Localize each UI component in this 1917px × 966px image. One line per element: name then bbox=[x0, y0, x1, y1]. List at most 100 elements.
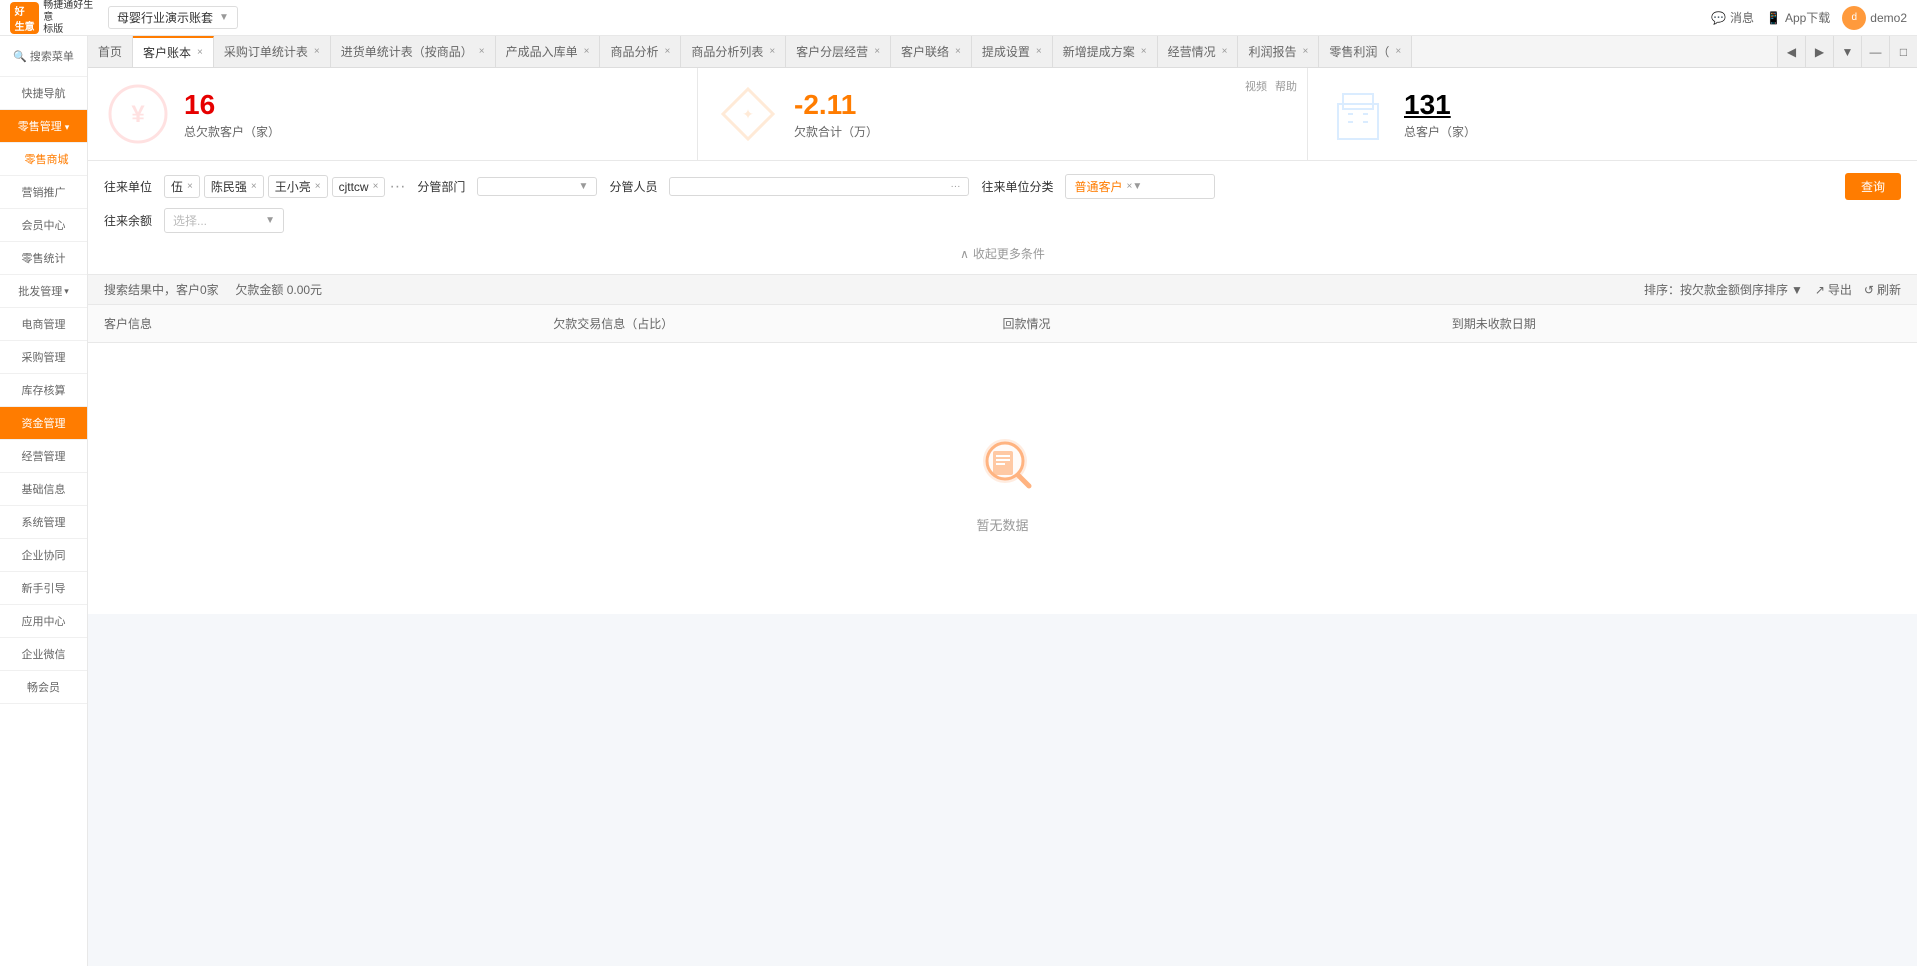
sidebar-item-inventory[interactable]: 库存核算 bbox=[0, 374, 87, 407]
tab-customer-accounts[interactable]: 客户账本 × bbox=[133, 36, 214, 68]
stat-info-debt-amount: -2.11 欠款合计（万） bbox=[794, 89, 878, 140]
message-button[interactable]: 💬 消息 bbox=[1711, 9, 1754, 26]
sidebar-item-retail-mgmt[interactable]: 零售管理 ▾ bbox=[0, 110, 87, 143]
filter-tag-cjttcw[interactable]: cjttcw × bbox=[332, 177, 386, 197]
tab-retail-profit[interactable]: 零售利润（ × bbox=[1319, 36, 1412, 68]
close-icon[interactable]: × bbox=[1222, 46, 1228, 57]
sidebar-item-finance[interactable]: 资金管理 bbox=[0, 407, 87, 440]
tab-commission[interactable]: 提成设置 × bbox=[972, 36, 1053, 68]
sidebar-item-member-card[interactable]: 畅会员 bbox=[0, 671, 87, 704]
export-icon: ↗ bbox=[1815, 283, 1825, 297]
export-button[interactable]: ↗ 导出 bbox=[1815, 281, 1852, 298]
top-right-actions: 💬 消息 📱 App下载 d demo2 bbox=[1711, 6, 1907, 30]
filter-select-dept[interactable]: ▼ bbox=[477, 177, 597, 196]
tab-profit-report[interactable]: 利润报告 × bbox=[1238, 36, 1319, 68]
refresh-icon: ↺ bbox=[1864, 283, 1874, 297]
chevron-up-icon: ∧ bbox=[960, 247, 969, 261]
sidebar-item-operations[interactable]: 经营管理 bbox=[0, 440, 87, 473]
result-text: 搜索结果中，客户0家 欠款金额 0.00元 bbox=[104, 281, 322, 298]
industry-select[interactable]: 母婴行业演示账套 ▼ bbox=[108, 6, 238, 29]
filter-row-2: 往来余额 选择... ▼ bbox=[104, 208, 1901, 233]
filter-select-balance[interactable]: 选择... ▼ bbox=[164, 208, 284, 233]
close-icon[interactable]: × bbox=[769, 46, 775, 57]
close-icon[interactable]: × bbox=[1395, 46, 1401, 57]
sidebar-sub-retail-mall[interactable]: 零售商城 bbox=[0, 143, 87, 176]
remove-tag-wu[interactable]: × bbox=[187, 181, 193, 192]
filter-label-balance: 往来余额 bbox=[104, 212, 152, 229]
query-button[interactable]: 查询 bbox=[1845, 173, 1901, 200]
app-download-button[interactable]: 📱 App下载 bbox=[1766, 9, 1830, 26]
yuan-circle-icon: ¥ bbox=[108, 84, 168, 144]
tab-new-commission[interactable]: 新增提成方案 × bbox=[1053, 36, 1158, 68]
filter-tag-chen[interactable]: 陈民强 × bbox=[204, 175, 264, 198]
close-icon[interactable]: × bbox=[1141, 46, 1147, 57]
add-unit-tag-button[interactable]: ··· bbox=[389, 178, 405, 196]
sidebar-item-member[interactable]: 会员中心 bbox=[0, 209, 87, 242]
user-menu[interactable]: d demo2 bbox=[1842, 6, 1907, 30]
refresh-button[interactable]: ↺ 刷新 bbox=[1864, 281, 1901, 298]
window-maximize-button[interactable]: □ bbox=[1889, 36, 1917, 68]
logo-text: 畅捷通好生意 标版 bbox=[43, 0, 98, 36]
sidebar-item-batch[interactable]: 批发管理 ▾ bbox=[0, 275, 87, 308]
sidebar-item-retail-stats[interactable]: 零售统计 bbox=[0, 242, 87, 275]
tab-next-button[interactable]: ▶ bbox=[1805, 36, 1833, 68]
sidebar-item-new-guide[interactable]: 新手引导 bbox=[0, 572, 87, 605]
tab-prev-button[interactable]: ◀ bbox=[1777, 36, 1805, 68]
close-icon[interactable]: × bbox=[664, 46, 670, 57]
window-minimize-button[interactable]: — bbox=[1861, 36, 1889, 68]
filter-select-category[interactable]: 普通客户 × ▼ bbox=[1065, 174, 1215, 199]
tab-home[interactable]: 首页 bbox=[88, 36, 133, 68]
sidebar-item-purchase[interactable]: 采购管理 bbox=[0, 341, 87, 374]
message-icon: 💬 bbox=[1711, 11, 1726, 25]
tab-bar: 首页 客户账本 × 采购订单统计表 × 进货单统计表（按商品） × 产成品入库单… bbox=[88, 36, 1917, 68]
remove-tag-chen[interactable]: × bbox=[251, 181, 257, 192]
help-button[interactable]: 帮助 bbox=[1275, 78, 1297, 94]
stat-number-total-customers: 131 bbox=[1404, 89, 1476, 121]
sort-select[interactable]: 排序：按欠款金额倒序排序 ▼ bbox=[1644, 281, 1803, 298]
close-icon[interactable]: × bbox=[584, 46, 590, 57]
filter-label-category: 往来单位分类 bbox=[981, 178, 1053, 195]
sidebar-item-ecommerce[interactable]: 电商管理 bbox=[0, 308, 87, 341]
remove-tag-wang[interactable]: × bbox=[315, 181, 321, 192]
close-icon[interactable]: × bbox=[314, 46, 320, 57]
close-icon[interactable]: × bbox=[955, 46, 961, 57]
sidebar-item-marketing[interactable]: 营销推广 bbox=[0, 176, 87, 209]
close-icon[interactable]: × bbox=[479, 46, 485, 57]
tab-cost-inbound[interactable]: 产成品入库单 × bbox=[496, 36, 601, 68]
filter-tag-normal-customer[interactable]: 普通客户 × bbox=[1074, 178, 1132, 195]
tab-list: 首页 客户账本 × 采购订单统计表 × 进货单统计表（按商品） × 产成品入库单… bbox=[88, 36, 1777, 68]
remove-tag-cjttcw[interactable]: × bbox=[373, 181, 379, 192]
tab-inbound-stats[interactable]: 进货单统计表（按商品） × bbox=[331, 36, 496, 68]
tab-menu-button[interactable]: ▼ bbox=[1833, 36, 1861, 68]
tab-customer-segment[interactable]: 客户分层经营 × bbox=[786, 36, 891, 68]
close-icon[interactable]: × bbox=[1302, 46, 1308, 57]
sidebar-item-enterprise[interactable]: 企业协同 bbox=[0, 539, 87, 572]
sidebar-item-basic-info[interactable]: 基础信息 bbox=[0, 473, 87, 506]
stat-label-total-customers: 总客户（家） bbox=[1404, 123, 1476, 140]
quick-nav-button[interactable]: 快捷导航 bbox=[6, 81, 81, 105]
tab-product-analysis[interactable]: 商品分析 × bbox=[600, 36, 681, 68]
filter-select-person[interactable]: ··· bbox=[669, 177, 969, 196]
close-icon[interactable]: × bbox=[1036, 46, 1042, 57]
collapse-button[interactable]: ∧ 收起更多条件 bbox=[960, 245, 1045, 262]
sidebar-item-app-center[interactable]: 应用中心 bbox=[0, 605, 87, 638]
tab-customer-contact[interactable]: 客户联络 × bbox=[891, 36, 972, 68]
more-icon: ··· bbox=[950, 181, 960, 192]
close-icon[interactable]: × bbox=[874, 46, 880, 57]
filter-tag-wu[interactable]: 伍 × bbox=[164, 175, 200, 198]
col-header-customer: 客户信息 bbox=[104, 315, 553, 332]
filter-tag-wang[interactable]: 王小亮 × bbox=[268, 175, 328, 198]
sidebar-item-enterprise-wx[interactable]: 企业微信 bbox=[0, 638, 87, 671]
tab-product-analysis-list[interactable]: 商品分析列表 × bbox=[681, 36, 786, 68]
sidebar: 🔍 搜索菜单 快捷导航 零售管理 ▾ 零售商城 营销推广 会员中心 零售统计 批… bbox=[0, 36, 88, 966]
stat-info-total-customers: 131 总客户（家） bbox=[1404, 89, 1476, 140]
tab-purchase-order[interactable]: 采购订单统计表 × bbox=[214, 36, 331, 68]
top-bar: 好生意 畅捷通好生意 标版 母婴行业演示账套 ▼ 💬 消息 📱 App下载 d … bbox=[0, 0, 1917, 36]
stat-help-actions: 视频 帮助 bbox=[1245, 78, 1297, 94]
close-icon[interactable]: × bbox=[197, 47, 203, 58]
tab-ops-status[interactable]: 经营情况 × bbox=[1158, 36, 1239, 68]
quick-nav-area: 快捷导航 bbox=[0, 77, 87, 110]
video-button[interactable]: 视频 bbox=[1245, 78, 1267, 94]
search-menu-button[interactable]: 🔍 搜索菜单 bbox=[6, 44, 81, 68]
sidebar-item-sys[interactable]: 系统管理 bbox=[0, 506, 87, 539]
